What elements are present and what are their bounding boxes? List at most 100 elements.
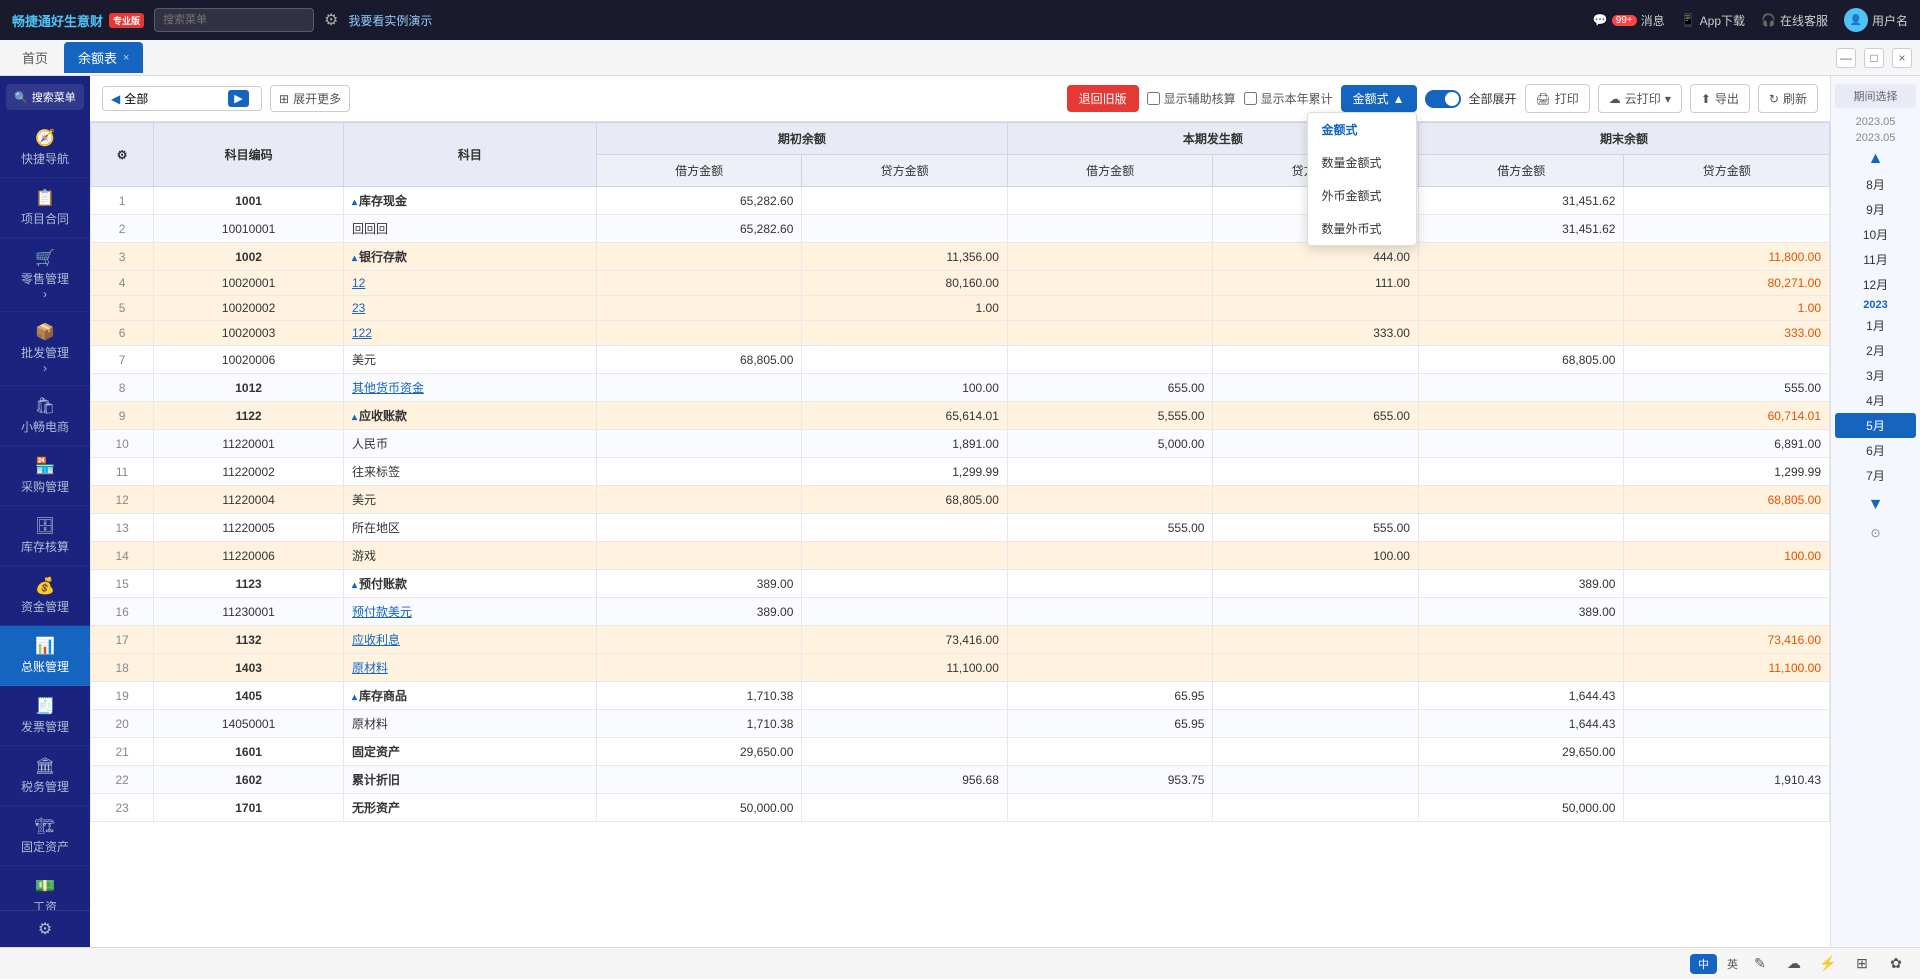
row-num: 8 <box>91 374 154 402</box>
row-code: 11230001 <box>154 598 344 626</box>
sidebar-item-retail[interactable]: 🛒 零售管理 › <box>0 238 90 312</box>
demo-link[interactable]: 我要看实例演示 <box>348 12 432 29</box>
sidebar-item-salary[interactable]: 💵 工资 <box>0 866 90 910</box>
sidebar-search-btn[interactable]: 🔍 搜索菜单 <box>6 84 84 110</box>
print-btn[interactable]: 🖨 打印 <box>1525 84 1590 113</box>
row-code: 1002 <box>154 243 344 271</box>
search-confirm-btn[interactable]: ▶ <box>228 90 248 107</box>
style-option-amount[interactable]: 金额式 <box>1308 113 1416 146</box>
sidebar-gear-btn[interactable]: ⚙ <box>6 919 84 939</box>
sidebar-item-project[interactable]: 📋 项目合同 <box>0 178 90 238</box>
period-month-jan[interactable]: 1月 <box>1835 313 1916 338</box>
row-ob-debit <box>596 486 802 514</box>
sidebar-item-assets[interactable]: 🏗 固定资产 <box>0 806 90 866</box>
style-option-foreign[interactable]: 外币金额式 <box>1308 179 1416 212</box>
show-aux-checkbox[interactable]: 显示辅助核算 <box>1147 90 1236 107</box>
period-month-feb[interactable]: 2月 <box>1835 338 1916 363</box>
period-month-oct[interactable]: 10月 <box>1835 222 1916 247</box>
row-num: 18 <box>91 654 154 682</box>
sidebar-item-finance[interactable]: 💰 资金管理 <box>0 566 90 626</box>
period-month-mar[interactable]: 3月 <box>1835 363 1916 388</box>
subject-link[interactable]: 原材料 <box>352 661 388 675</box>
sidebar-item-wholesale[interactable]: 📦 批发管理 › <box>0 312 90 386</box>
lang-en-btn[interactable]: 英 <box>1727 956 1738 972</box>
period-down-btn[interactable]: ▼ <box>1835 492 1916 518</box>
th-settings[interactable]: ⚙ <box>91 123 154 187</box>
period-month-jun[interactable]: 6月 <box>1835 438 1916 463</box>
top-search-input[interactable] <box>154 8 314 32</box>
show-year-checkbox[interactable]: 显示本年累计 <box>1244 90 1333 107</box>
sidebar-item-invoice[interactable]: 🧾 发票管理 <box>0 686 90 746</box>
subject-link[interactable]: 预付款美元 <box>352 605 412 619</box>
th-subject: 科目 <box>343 123 596 187</box>
row-ob-credit <box>802 710 1008 738</box>
subject-search-box: ◀ ▶ <box>102 86 262 111</box>
online-service-btn[interactable]: 🎧 在线客服 <box>1761 12 1828 29</box>
th-ob-credit: 贷方金额 <box>802 155 1008 187</box>
export-btn[interactable]: ⬆ 导出 <box>1690 84 1750 113</box>
tab-balance[interactable]: 余额表 × <box>64 42 143 73</box>
edit-icon[interactable]: ✎ <box>1748 952 1772 976</box>
period-month-aug[interactable]: 8月 <box>1835 172 1916 197</box>
row-cur-credit <box>1213 794 1419 822</box>
notification-btn[interactable]: 💬 99+ 消息 <box>1593 12 1665 29</box>
app-download-btn[interactable]: 📱 App下载 <box>1681 12 1745 29</box>
period-up-btn[interactable]: ▲ <box>1835 146 1916 172</box>
lang-cn-btn[interactable]: 中 <box>1690 954 1717 974</box>
subject-link[interactable]: 12 <box>352 276 365 290</box>
sidebar-item-nav[interactable]: 🧭 快捷导航 <box>0 118 90 178</box>
collapse-icon: ⊙ <box>1870 526 1880 540</box>
bottom-bar: 中 英 ✎ ☁ ⚡ ⊞ ✿ <box>0 947 1920 979</box>
sidebar-item-ecommerce[interactable]: 🛍 小畅电商 <box>0 386 90 446</box>
sidebar-item-inventory[interactable]: 🗄 库存核算 <box>0 506 90 566</box>
period-month-dec[interactable]: 12月 <box>1835 272 1916 297</box>
year-checkbox-input[interactable] <box>1244 92 1257 105</box>
subject-text: 无形资产 <box>352 801 400 815</box>
row-code: 10020001 <box>154 271 344 296</box>
th-closing: 期末余额 <box>1418 123 1829 155</box>
period-month-jul[interactable]: 7月 <box>1835 463 1916 488</box>
lightning-icon[interactable]: ⚡ <box>1816 952 1840 976</box>
th-opening: 期初余额 <box>596 123 1007 155</box>
expand-more-btn[interactable]: ⊞ 展开更多 <box>270 85 350 112</box>
grid-icon[interactable]: ⊞ <box>1850 952 1874 976</box>
window-close-btn[interactable]: × <box>1892 48 1912 68</box>
subject-search-input[interactable] <box>124 92 224 106</box>
row-cb-debit: 29,650.00 <box>1418 738 1624 766</box>
flower-icon[interactable]: ✿ <box>1884 952 1908 976</box>
period-month-apr[interactable]: 4月 <box>1835 388 1916 413</box>
subject-link[interactable]: 23 <box>352 301 365 315</box>
period-month-sep[interactable]: 9月 <box>1835 197 1916 222</box>
user-avatar[interactable]: 👤 用户名 <box>1844 8 1908 32</box>
row-cb-credit <box>1624 346 1830 374</box>
window-restore-btn[interactable]: — <box>1836 48 1856 68</box>
style-option-qty-foreign[interactable]: 数量外币式 <box>1308 212 1416 245</box>
style-dropdown-btn[interactable]: 金额式 ▲ <box>1341 85 1417 112</box>
subject-link[interactable]: 122 <box>352 326 372 340</box>
row-subject: 人民币 <box>343 430 596 458</box>
sidebar-item-ledger[interactable]: 📊 总账管理 <box>0 626 90 686</box>
tab-close-btn[interactable]: × <box>123 52 129 64</box>
period-month-may[interactable]: 5月 <box>1835 413 1916 438</box>
expand-all-toggle[interactable] <box>1425 90 1461 108</box>
style-option-qty-amount[interactable]: 数量金额式 <box>1308 146 1416 179</box>
subject-link[interactable]: 应收利息 <box>352 633 400 647</box>
return-old-btn[interactable]: 退回旧版 <box>1067 85 1139 112</box>
row-cb-debit: 50,000.00 <box>1418 794 1624 822</box>
table-settings-icon[interactable]: ⚙ <box>117 148 128 162</box>
row-cur-credit <box>1213 626 1419 654</box>
tab-home[interactable]: 首页 <box>8 42 62 73</box>
period-month-nov[interactable]: 11月 <box>1835 247 1916 272</box>
th-cur-debit: 借方金额 <box>1007 155 1213 187</box>
sidebar-item-purchase[interactable]: 🏪 采购管理 <box>0 446 90 506</box>
subject-link[interactable]: 其他货币资金 <box>352 381 424 395</box>
aux-checkbox-input[interactable] <box>1147 92 1160 105</box>
panel-collapse-btn[interactable]: ⊙ <box>1835 526 1916 540</box>
cloud-sync-icon[interactable]: ☁ <box>1782 952 1806 976</box>
tab-bar: 首页 余额表 × — □ × <box>0 40 1920 76</box>
sidebar-item-tax[interactable]: 🏛 税务管理 <box>0 746 90 806</box>
refresh-btn[interactable]: ↻ 刷新 <box>1758 84 1818 113</box>
settings-icon-top[interactable]: ⚙ <box>324 10 338 30</box>
cloud-print-btn[interactable]: ☁ 云打印 ▾ <box>1598 84 1682 113</box>
window-maximize-btn[interactable]: □ <box>1864 48 1884 68</box>
